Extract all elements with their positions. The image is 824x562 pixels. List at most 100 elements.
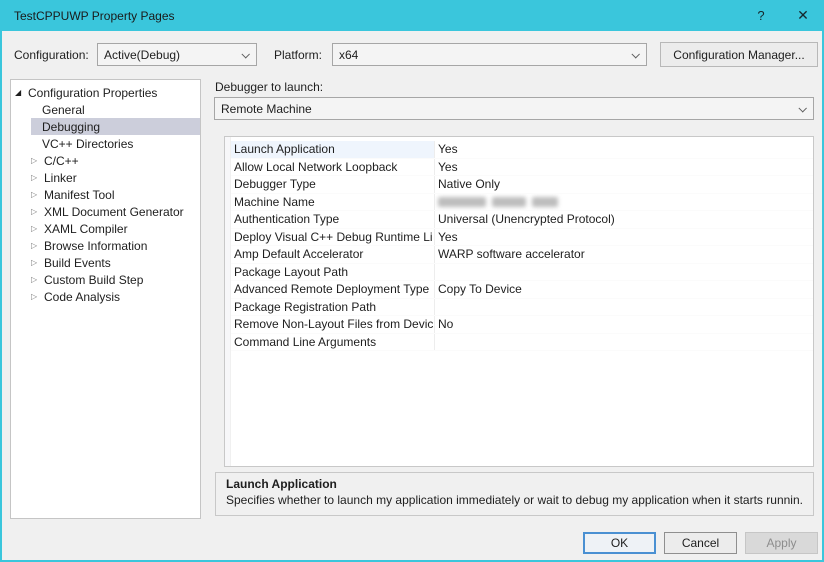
property-name[interactable]: Allow Local Network Loopback [231, 158, 435, 175]
property-row-remove-non-layout-files-from-devic[interactable]: Remove Non-Layout Files from Devic No [231, 316, 813, 334]
tree-item-general[interactable]: General [11, 101, 200, 118]
property-name[interactable]: Command Line Arguments [231, 333, 435, 350]
property-row-package-registration-path[interactable]: Package Registration Path [231, 298, 813, 316]
collapsed-arrow-icon[interactable]: ▷ [31, 258, 44, 267]
ok-button-label: OK [610, 536, 629, 550]
config-tree: ◢ Configuration Properties General Debuggin… [10, 79, 201, 519]
property-name[interactable]: Authentication Type [231, 211, 435, 228]
tree-item-content: ▷ Manifest Tool [31, 186, 200, 203]
property-row-command-line-arguments[interactable]: Command Line Arguments [231, 333, 813, 351]
tree-item-manifest-tool[interactable]: ▷ Manifest Tool [11, 186, 200, 203]
tree-item-label: XML Document Generator [44, 204, 184, 219]
property-row-deploy-visual-c-debug-runtime-li[interactable]: Deploy Visual C++ Debug Runtime Li Yes [231, 228, 813, 246]
property-value[interactable] [435, 264, 813, 281]
property-name[interactable]: Advanced Remote Deployment Type [231, 281, 435, 298]
tree-item-linker[interactable]: ▷ Linker [11, 169, 200, 186]
tree-item-xaml-compiler[interactable]: ▷ XAML Compiler [11, 220, 200, 237]
titlebar[interactable]: TestCPPUWP Property Pages ? ✕ [2, 0, 822, 31]
description-panel: Launch Application Specifies whether to … [215, 472, 814, 516]
property-value[interactable]: Yes [435, 141, 813, 158]
tree-item-browse-information[interactable]: ▷ Browse Information [11, 237, 200, 254]
tree-item-content: General [31, 101, 200, 118]
property-value[interactable] [435, 194, 813, 211]
window-title: TestCPPUWP Property Pages [14, 8, 175, 23]
property-value[interactable]: Copy To Device [435, 281, 813, 298]
cancel-button-label: Cancel [681, 536, 720, 550]
close-button[interactable]: ✕ [782, 0, 822, 31]
property-name[interactable]: Amp Default Accelerator [231, 246, 435, 263]
help-button[interactable]: ? [740, 0, 782, 31]
configuration-manager-label: Configuration Manager... [673, 47, 805, 62]
collapsed-arrow-icon[interactable]: ▷ [31, 207, 44, 216]
tree-item-label: Linker [44, 170, 77, 185]
tree-item-debugging[interactable]: Debugging [11, 118, 200, 135]
configuration-manager-button[interactable]: Configuration Manager... [660, 42, 818, 67]
tree-item-c-c[interactable]: ▷ C/C++ [11, 152, 200, 169]
redacted-value [438, 196, 558, 207]
property-row-amp-default-accelerator[interactable]: Amp Default Accelerator WARP software acc… [231, 246, 813, 264]
platform-dropdown[interactable]: x64 [332, 43, 647, 66]
property-value[interactable]: Universal (Unencrypted Protocol) [435, 211, 813, 228]
apply-button-label: Apply [766, 536, 797, 550]
chevron-down-icon [241, 50, 250, 59]
property-row-authentication-type[interactable]: Authentication Type Universal (Unencrypte… [231, 211, 813, 229]
property-row-machine-name[interactable]: Machine Name [231, 193, 813, 211]
collapsed-arrow-icon[interactable]: ▷ [31, 190, 44, 199]
property-value[interactable] [435, 299, 813, 316]
tree-item-label: Configuration Properties [28, 85, 158, 100]
tree-item-content: ▷ C/C++ [31, 152, 200, 169]
tree-item-custom-build-step[interactable]: ▷ Custom Build Step [11, 271, 200, 288]
property-row-debugger-type[interactable]: Debugger Type Native Only [231, 176, 813, 194]
tree-item-build-events[interactable]: ▷ Build Events [11, 254, 200, 271]
ok-button[interactable]: OK [583, 532, 656, 554]
property-grid: Launch Application Yes Allow Local Network… [224, 136, 814, 467]
close-icon: ✕ [797, 7, 809, 23]
collapsed-arrow-icon[interactable]: ▷ [31, 292, 44, 301]
property-value[interactable]: WARP software accelerator [435, 246, 813, 263]
tree-item-content: ▷ XAML Compiler [31, 220, 200, 237]
tree-item-vc-directories[interactable]: VC++ Directories [11, 135, 200, 152]
property-name[interactable]: Machine Name [231, 193, 435, 210]
property-name[interactable]: Debugger Type [231, 176, 435, 193]
property-row-allow-local-network-loopback[interactable]: Allow Local Network Loopback Yes [231, 158, 813, 176]
description-text: Specifies whether to launch my applicati… [226, 493, 803, 507]
titlebar-controls: ? ✕ [740, 0, 822, 31]
property-name[interactable]: Launch Application [231, 141, 435, 158]
chevron-down-icon [631, 50, 640, 59]
collapsed-arrow-icon[interactable]: ▷ [31, 275, 44, 284]
property-name[interactable]: Deploy Visual C++ Debug Runtime Li [231, 228, 435, 245]
configuration-dropdown[interactable]: Active(Debug) [97, 43, 257, 66]
property-value[interactable]: Yes [435, 159, 813, 176]
property-value[interactable] [435, 334, 813, 351]
property-row-advanced-remote-deployment-type[interactable]: Advanced Remote Deployment Type Copy To D… [231, 281, 813, 299]
property-name[interactable]: Package Layout Path [231, 263, 435, 280]
property-row-package-layout-path[interactable]: Package Layout Path [231, 263, 813, 281]
debugger-dropdown[interactable]: Remote Machine [214, 97, 814, 120]
tree-item-content: ▷ Code Analysis [31, 288, 200, 305]
collapsed-arrow-icon[interactable]: ▷ [31, 241, 44, 250]
collapsed-arrow-icon[interactable]: ▷ [31, 156, 44, 165]
tree-item-content: ▷ Linker [31, 169, 200, 186]
expanded-arrow-icon[interactable]: ◢ [15, 88, 28, 97]
tree-item-content: ◢ Configuration Properties [11, 84, 200, 101]
tree-item-code-analysis[interactable]: ▷ Code Analysis [11, 288, 200, 305]
property-value[interactable]: No [435, 316, 813, 333]
cancel-button[interactable]: Cancel [664, 532, 737, 554]
property-name[interactable]: Package Registration Path [231, 298, 435, 315]
collapsed-arrow-icon[interactable]: ▷ [31, 173, 44, 182]
tree-item-content: ▷ Browse Information [31, 237, 200, 254]
tree-item-label: Code Analysis [44, 289, 121, 304]
property-value[interactable]: Native Only [435, 176, 813, 193]
property-row-launch-application[interactable]: Launch Application Yes [231, 141, 813, 159]
collapsed-arrow-icon[interactable]: ▷ [31, 224, 44, 233]
property-value[interactable]: Yes [435, 229, 813, 246]
platform-label: Platform: [274, 48, 323, 62]
tree-item-content: ▷ Custom Build Step [31, 271, 200, 288]
configuration-dropdown-value: Active(Debug) [104, 47, 181, 62]
tree-item-content: VC++ Directories [31, 135, 200, 152]
property-name[interactable]: Remove Non-Layout Files from Devic [231, 316, 435, 333]
tree-item-configuration-properties[interactable]: ◢ Configuration Properties [11, 84, 200, 101]
tree-item-xml-document-generator[interactable]: ▷ XML Document Generator [11, 203, 200, 220]
chevron-down-icon [798, 104, 807, 113]
tree-item-content: ▷ XML Document Generator [31, 203, 200, 220]
